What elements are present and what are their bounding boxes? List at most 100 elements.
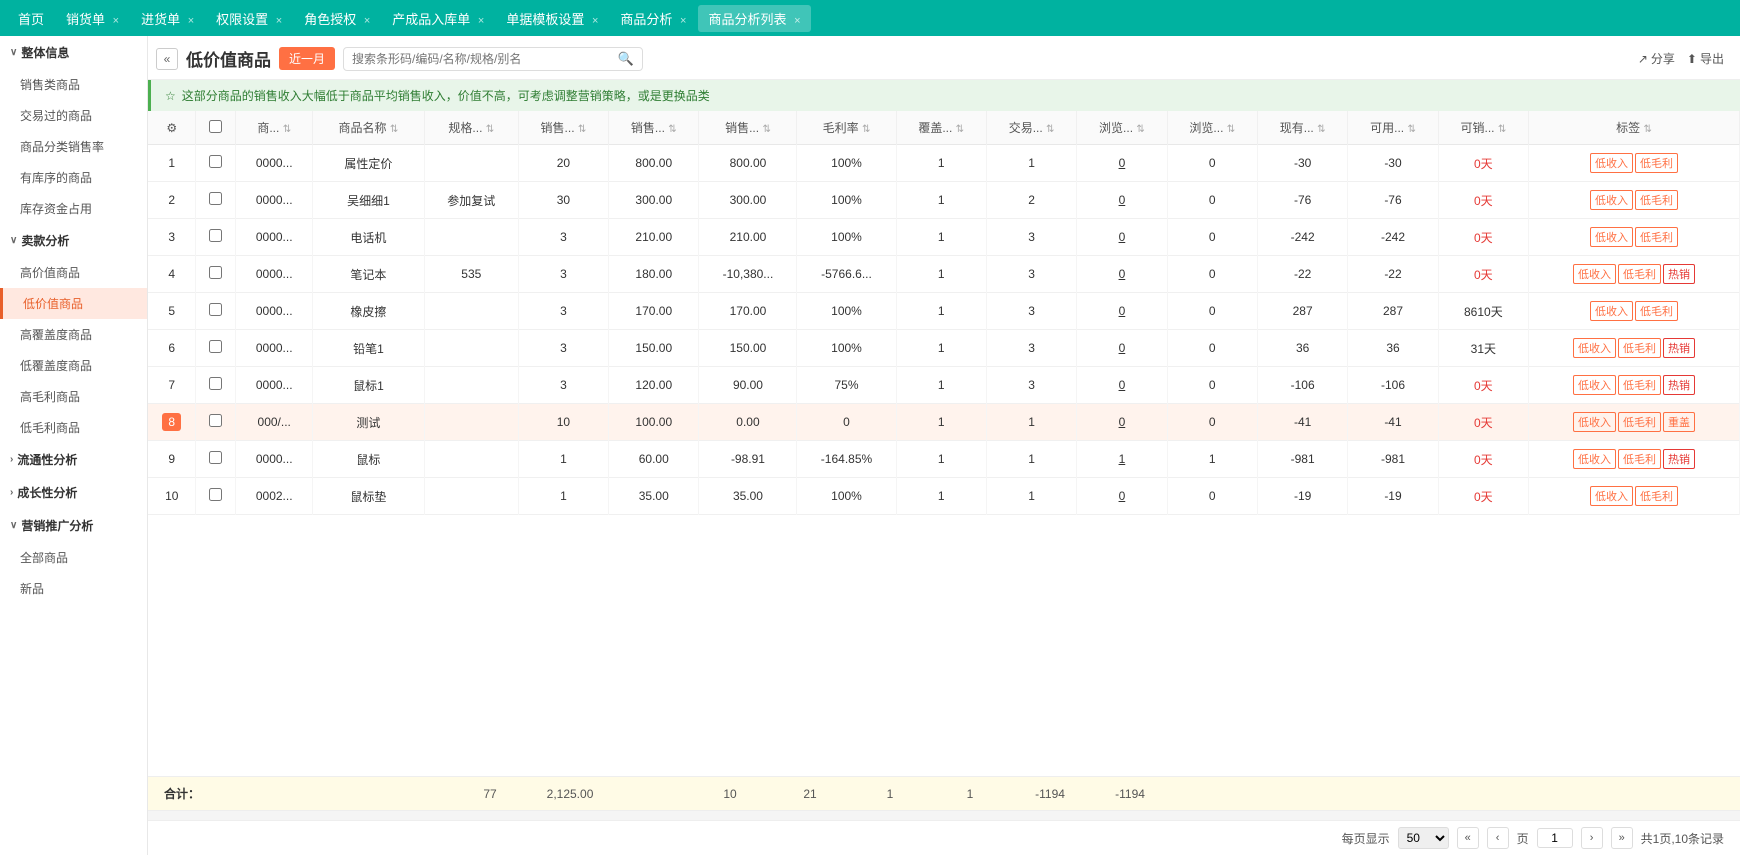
prev-page-button[interactable]: ‹ [1487,827,1509,849]
cell-views1[interactable]: 0 [1077,145,1167,182]
sidebar-item-high-coverage[interactable]: 高覆盖度商品 [0,319,147,350]
sidebar-item-all-products[interactable]: 全部商品 [0,542,147,573]
export-button[interactable]: ⬆ 导出 [1687,50,1724,67]
col-code[interactable]: 商... ⇅ [236,111,312,145]
cell-views1[interactable]: 0 [1077,404,1167,441]
cell-checkbox[interactable] [196,367,236,404]
col-sale-qty[interactable]: 销售... ⇅ [518,111,608,145]
sidebar-collapse-btn[interactable]: « [156,48,178,70]
views1-link[interactable]: 0 [1119,489,1126,503]
cell-checkbox[interactable] [196,330,236,367]
nav-sales[interactable]: 销货单 × [56,5,129,32]
sidebar-group-sell[interactable]: ∨卖款分析 [0,224,147,257]
share-button[interactable]: ↗ 分享 [1638,50,1675,67]
nav-purchase[interactable]: 进货单 × [131,5,204,32]
row-checkbox[interactable] [209,377,222,390]
views1-link[interactable]: 0 [1119,156,1126,170]
page-number-input[interactable] [1537,828,1573,848]
nav-permissions[interactable]: 权限设置 × [206,5,292,32]
scroll-bar-area[interactable] [148,810,1740,820]
cell-views1[interactable]: 0 [1077,256,1167,293]
sidebar-group-circulation[interactable]: ›流通性分析 [0,443,147,476]
cell-views1[interactable]: 0 [1077,219,1167,256]
cell-checkbox[interactable] [196,182,236,219]
row-checkbox[interactable] [209,229,222,242]
col-settings[interactable]: ⚙ [148,111,196,145]
next-page-button[interactable]: › [1581,827,1603,849]
col-sellable[interactable]: 可销... ⇅ [1438,111,1528,145]
select-all-checkbox[interactable] [209,120,222,133]
row-checkbox[interactable] [209,266,222,279]
first-page-button[interactable]: « [1457,827,1479,849]
cell-views1[interactable]: 0 [1077,367,1167,404]
col-coverage[interactable]: 覆盖... ⇅ [896,111,986,145]
sidebar-item-inventory-capital[interactable]: 库存资金占用 [0,193,147,224]
cell-views1[interactable]: 0 [1077,330,1167,367]
col-current[interactable]: 现有... ⇅ [1257,111,1347,145]
col-views2[interactable]: 浏览... ⇅ [1167,111,1257,145]
cell-checkbox[interactable] [196,256,236,293]
search-icon[interactable]: 🔍 [618,51,634,67]
search-input[interactable] [352,52,618,66]
nav-analysis[interactable]: 商品分析 × [610,5,696,32]
views1-link[interactable]: 0 [1119,230,1126,244]
cell-views1[interactable]: 0 [1077,293,1167,330]
views1-link[interactable]: 0 [1119,193,1126,207]
col-tags[interactable]: 标签 ⇅ [1529,111,1740,145]
views1-link[interactable]: 0 [1119,341,1126,355]
row-checkbox[interactable] [209,340,222,353]
sidebar-item-new-products[interactable]: 新品 [0,573,147,604]
sidebar-group-growth[interactable]: ›成长性分析 [0,476,147,509]
views1-link[interactable]: 0 [1119,267,1126,281]
views1-link[interactable]: 0 [1119,378,1126,392]
nav-products-in[interactable]: 产成品入库单 × [382,5,494,32]
row-checkbox[interactable] [209,192,222,205]
nav-template[interactable]: 单据模板设置 × [496,5,608,32]
cell-views1[interactable]: 0 [1077,182,1167,219]
sidebar-item-category-rate[interactable]: 商品分类销售率 [0,131,147,162]
per-page-select[interactable]: 50 100 200 [1398,827,1449,849]
cell-available: -981 [1348,441,1438,478]
cell-checkbox[interactable] [196,441,236,478]
time-filter-button[interactable]: 近一月 [279,47,335,70]
cell-checkbox[interactable] [196,145,236,182]
views1-link[interactable]: 0 [1119,304,1126,318]
cell-checkbox[interactable] [196,478,236,515]
sidebar-item-low-value[interactable]: 低价值商品 [0,288,147,319]
sidebar-item-inventory-products[interactable]: 有库序的商品 [0,162,147,193]
cell-checkbox[interactable] [196,404,236,441]
cell-views1[interactable]: 0 [1077,478,1167,515]
cell-checkbox[interactable] [196,293,236,330]
col-spec[interactable]: 规格... ⇅ [424,111,518,145]
col-sale-price[interactable]: 销售... ⇅ [699,111,797,145]
row-checkbox[interactable] [209,303,222,316]
col-margin[interactable]: 毛利率 ⇅ [797,111,896,145]
nav-roles[interactable]: 角色授权 × [294,5,380,32]
nav-analysis-list[interactable]: 商品分析列表 × [698,5,810,32]
col-checkbox[interactable] [196,111,236,145]
sidebar-item-low-coverage[interactable]: 低覆盖度商品 [0,350,147,381]
cell-views1[interactable]: 1 [1077,441,1167,478]
sidebar-item-high-value[interactable]: 高价值商品 [0,257,147,288]
cell-checkbox[interactable] [196,219,236,256]
views1-link[interactable]: 0 [1119,415,1126,429]
sidebar-item-high-margin[interactable]: 高毛利商品 [0,381,147,412]
row-checkbox[interactable] [209,488,222,501]
table-wrap[interactable]: ⚙ 商... ⇅ 商品名称 ⇅ 规格... ⇅ 销售... ⇅ 销售... ⇅ … [148,111,1740,776]
nav-home[interactable]: 首页 [8,5,54,32]
last-page-button[interactable]: » [1611,827,1633,849]
col-views1[interactable]: 浏览... ⇅ [1077,111,1167,145]
row-checkbox[interactable] [209,414,222,427]
sidebar-item-sales-products[interactable]: 销售类商品 [0,69,147,100]
col-available[interactable]: 可用... ⇅ [1348,111,1438,145]
sidebar-item-low-margin[interactable]: 低毛利商品 [0,412,147,443]
col-trade[interactable]: 交易... ⇅ [986,111,1076,145]
views1-link[interactable]: 1 [1119,452,1126,466]
col-sale-amount[interactable]: 销售... ⇅ [609,111,699,145]
col-name[interactable]: 商品名称 ⇅ [312,111,424,145]
row-checkbox[interactable] [209,155,222,168]
sidebar-group-marketing[interactable]: ∨营销推广分析 [0,509,147,542]
sidebar-group-overall[interactable]: ∨整体信息 [0,36,147,69]
row-checkbox[interactable] [209,451,222,464]
sidebar-item-traded[interactable]: 交易过的商品 [0,100,147,131]
